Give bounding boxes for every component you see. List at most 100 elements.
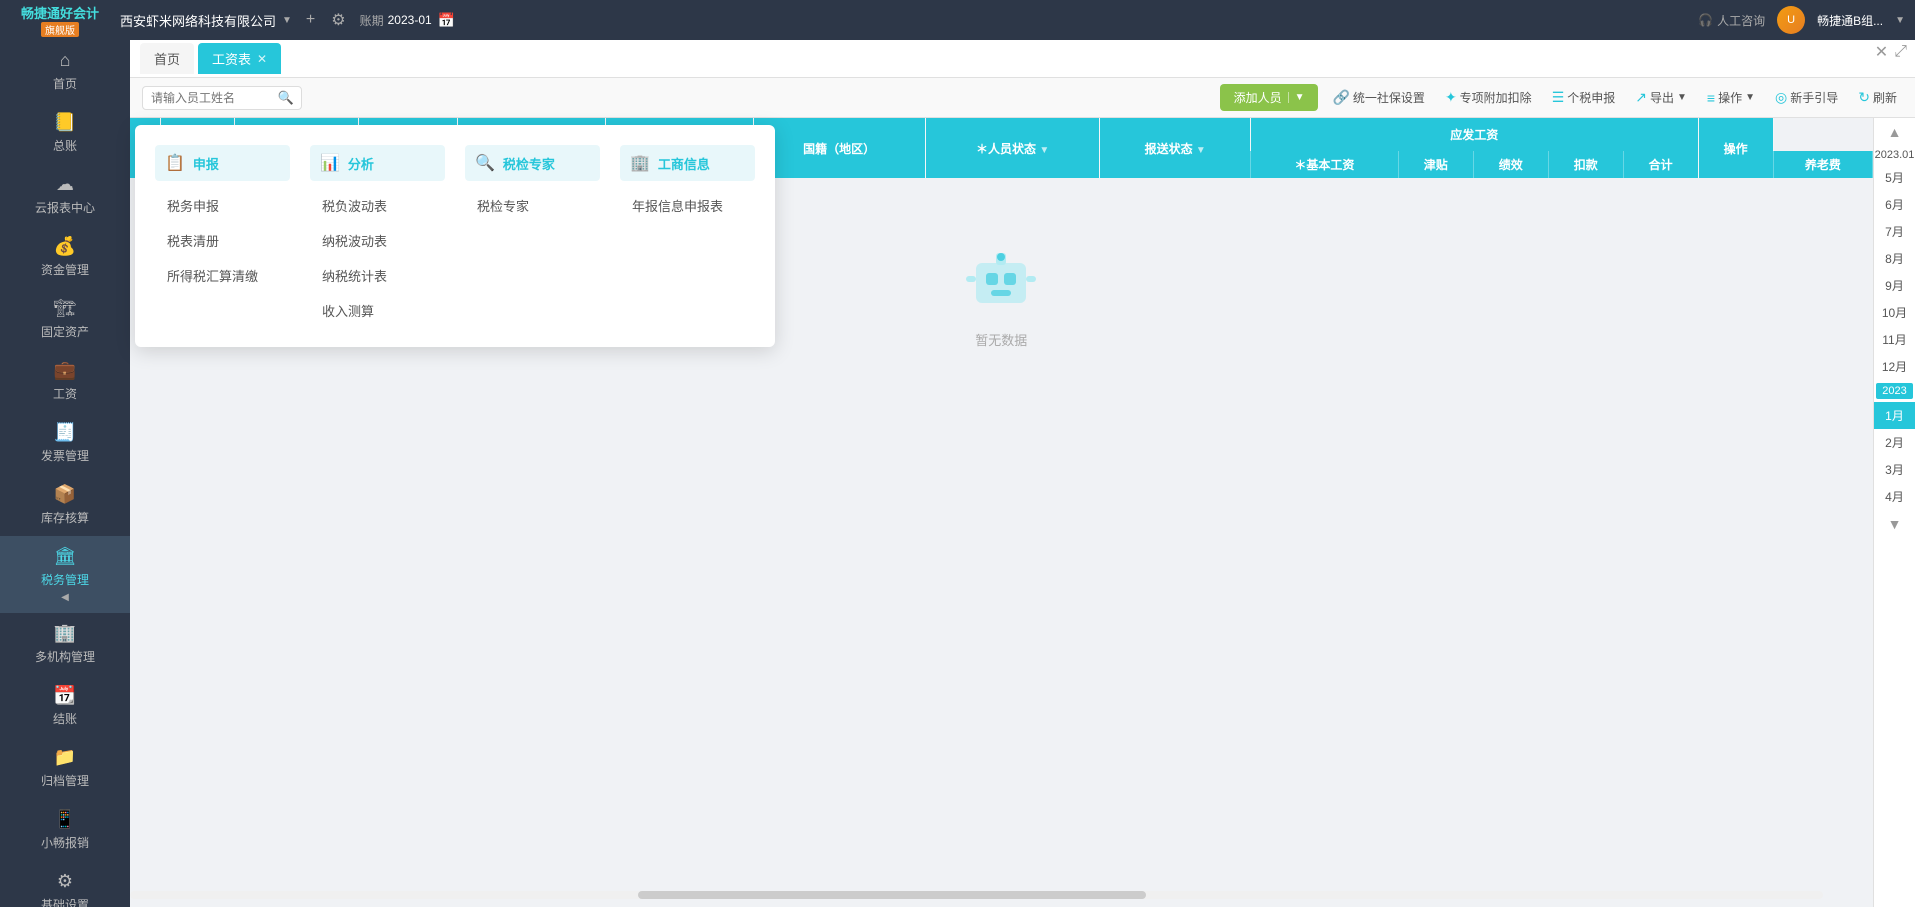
expert-icon: 🔍 — [475, 153, 495, 173]
support-link[interactable]: 🎧 人工咨询 — [1698, 12, 1765, 29]
income-summary-item[interactable]: 所得税汇算清缴 — [155, 259, 290, 292]
sidebar-item-cloud-report[interactable]: ☁ 云报表中心 — [0, 164, 130, 226]
sort-status-icon[interactable]: ▼ — [1039, 145, 1049, 156]
app-edition: 旗舰版 — [41, 22, 79, 37]
sidebar-item-fund[interactable]: 💰 资金管理 — [0, 226, 130, 288]
user-dropdown-icon[interactable]: ▼ — [1895, 15, 1905, 26]
dropdown-section-tax-expert: 🔍 税检专家 税检专家 — [465, 145, 600, 327]
sidebar-item-multi-org[interactable]: 🏢 多机构管理 — [0, 613, 130, 675]
empty-icon — [961, 238, 1041, 318]
sort-send-icon[interactable]: ▼ — [1196, 145, 1206, 156]
tax-dropdown-menu: 📋 申报 税务申报 税表清册 所得税汇算清缴 📊 分析 税负波动表 纳税波动表 … — [135, 125, 775, 347]
operation-action[interactable]: ≡ 操作 ▼ — [1701, 86, 1761, 109]
top-bar-right: 🎧 人工咨询 U 畅捷通B组... ▼ — [1698, 6, 1905, 34]
sidebar-item-archive[interactable]: 📁 归档管理 — [0, 737, 130, 799]
section-header-biz: 🏢 工商信息 — [620, 145, 755, 181]
asset-icon: 🏗 — [54, 298, 77, 319]
search-icon: 🔍 — [278, 90, 294, 106]
sidebar-item-invoice[interactable]: 🧾 发票管理 — [0, 412, 130, 474]
month-5[interactable]: 5月 — [1874, 164, 1915, 191]
th-send-status: 报送状态 ▼ — [1100, 118, 1250, 178]
sidebar-item-label: 基础设置 — [41, 896, 89, 907]
year-down-button[interactable]: ▼ — [1874, 510, 1915, 538]
tax-return-icon: ☰ — [1552, 89, 1565, 106]
maximize-button[interactable]: ⤢ — [1894, 42, 1907, 62]
income-calc-item[interactable]: 收入测算 — [310, 294, 445, 327]
home-icon: ⌂ — [60, 50, 71, 71]
tax-stat-item[interactable]: 纳税统计表 — [310, 259, 445, 292]
social-insurance-label: 统一社保设置 — [1353, 89, 1425, 106]
th-total: 合计 — [1623, 151, 1698, 178]
th-region: 国籍（地区） — [753, 118, 925, 178]
tax-table-item[interactable]: 税表清册 — [155, 224, 290, 257]
export-action[interactable]: ↗ 导出 ▼ — [1629, 86, 1693, 109]
th-operation: 操作 — [1698, 118, 1773, 178]
month-4[interactable]: 4月 — [1874, 483, 1915, 510]
special-deduction-action[interactable]: ✦ 专项附加扣除 — [1439, 86, 1538, 109]
tab-close-button[interactable]: ✕ — [257, 52, 267, 66]
ledger-icon: 📒 — [54, 112, 76, 133]
settings-icon[interactable]: ⚙ — [327, 8, 349, 32]
calendar-icon[interactable]: 📅 — [438, 12, 455, 29]
refresh-action[interactable]: ↻ 刷新 — [1852, 86, 1903, 109]
month-2[interactable]: 2月 — [1874, 429, 1915, 456]
fund-icon: 💰 — [54, 236, 76, 257]
company-selector[interactable]: 西安虾米网络科技有限公司 ▼ — [120, 11, 292, 30]
sidebar-item-label: 发票管理 — [41, 447, 89, 464]
company-name: 西安虾米网络科技有限公司 — [120, 11, 276, 30]
social-insurance-action[interactable]: 🔗 统一社保设置 — [1326, 86, 1430, 109]
window-controls: ✕ ⤢ — [1875, 42, 1907, 62]
dropdown-sections: 📋 申报 税务申报 税表清册 所得税汇算清缴 📊 分析 税负波动表 纳税波动表 … — [135, 135, 775, 337]
month-11[interactable]: 11月 — [1874, 326, 1915, 353]
horizontal-scrollbar[interactable] — [130, 891, 1823, 899]
tax-return-action[interactable]: ☰ 个税申报 — [1546, 86, 1622, 109]
toolbar-right: 添加人员 ▼ 🔗 统一社保设置 ✦ 专项附加扣除 ☰ 个税申报 ↗ 导出 — [1220, 84, 1903, 111]
year-up-button[interactable]: ▲ — [1874, 118, 1915, 146]
guide-action[interactable]: ◎ 新手引导 — [1769, 86, 1844, 109]
declaration-items: 税务申报 税表清册 所得税汇算清缴 — [155, 189, 290, 292]
close-tab-button[interactable]: ✕ — [1875, 42, 1888, 62]
month-10[interactable]: 10月 — [1874, 299, 1915, 326]
month-3[interactable]: 3月 — [1874, 456, 1915, 483]
annual-report-item[interactable]: 年报信息申报表 — [620, 189, 755, 222]
sidebar-item-payroll[interactable]: 💼 工资 — [0, 350, 130, 412]
search-container: 🔍 — [142, 86, 302, 110]
th-performance: 绩效 — [1473, 151, 1548, 178]
sidebar-item-ledger[interactable]: 📒 总账 — [0, 102, 130, 164]
year-display: 2023.01 — [1875, 146, 1915, 164]
month-1[interactable]: 1月 — [1874, 402, 1915, 429]
user-name[interactable]: 畅捷通B组... — [1817, 12, 1883, 29]
month-8[interactable]: 8月 — [1874, 245, 1915, 272]
tab-home[interactable]: 首页 — [140, 43, 194, 74]
sidebar-item-settings[interactable]: ⚙ 基础设置 — [0, 861, 130, 907]
empty-text: 暂无数据 — [975, 330, 1027, 349]
sidebar-item-fixed-asset[interactable]: 🏗 固定资产 — [0, 288, 130, 350]
tax-declare-item[interactable]: 税务申报 — [155, 189, 290, 222]
month-6[interactable]: 6月 — [1874, 191, 1915, 218]
year-2023-label[interactable]: 2023 — [1876, 383, 1913, 399]
tax-wave-item[interactable]: 纳税波动表 — [310, 224, 445, 257]
th-base-wage: ＊基本工资 — [1250, 151, 1398, 178]
top-bar: 畅捷通好会计 旗舰版 西安虾米网络科技有限公司 ▼ + ⚙ 账期 2023-01… — [0, 0, 1915, 40]
add-company-button[interactable]: + — [302, 9, 319, 31]
month-7[interactable]: 7月 — [1874, 218, 1915, 245]
tax-burden-item[interactable]: 税负波动表 — [310, 189, 445, 222]
refresh-icon: ↻ — [1858, 89, 1870, 106]
th-deduction: 扣款 — [1548, 151, 1623, 178]
tab-payroll[interactable]: 工资表 ✕ — [198, 43, 281, 74]
sidebar-item-mini-report[interactable]: 📱 小畅报销 — [0, 799, 130, 861]
sidebar-item-closing[interactable]: 📆 结账 — [0, 675, 130, 737]
analysis-icon: 📊 — [320, 153, 340, 173]
toolbar: 🔍 添加人员 ▼ 🔗 统一社保设置 ✦ 专项附加扣除 ☰ 个税申报 — [130, 78, 1915, 118]
month-9[interactable]: 9月 — [1874, 272, 1915, 299]
year-month-panel: ▲ 2023.01 5月 6月 7月 8月 9月 10月 11月 12月 202… — [1873, 118, 1915, 907]
sidebar-item-inventory[interactable]: 📦 库存核算 — [0, 474, 130, 536]
sidebar-item-tax[interactable]: 🏛 税务管理 ◀ — [0, 536, 130, 613]
section-label-biz: 工商信息 — [658, 154, 710, 173]
sidebar-item-home[interactable]: ⌂ 首页 — [0, 40, 130, 102]
invoice-icon: 🧾 — [54, 422, 76, 443]
month-12[interactable]: 12月 — [1874, 353, 1915, 380]
expert-item[interactable]: 税检专家 — [465, 189, 600, 222]
scrollbar-thumb[interactable] — [638, 891, 1146, 899]
add-employee-button[interactable]: 添加人员 ▼ — [1220, 84, 1319, 111]
